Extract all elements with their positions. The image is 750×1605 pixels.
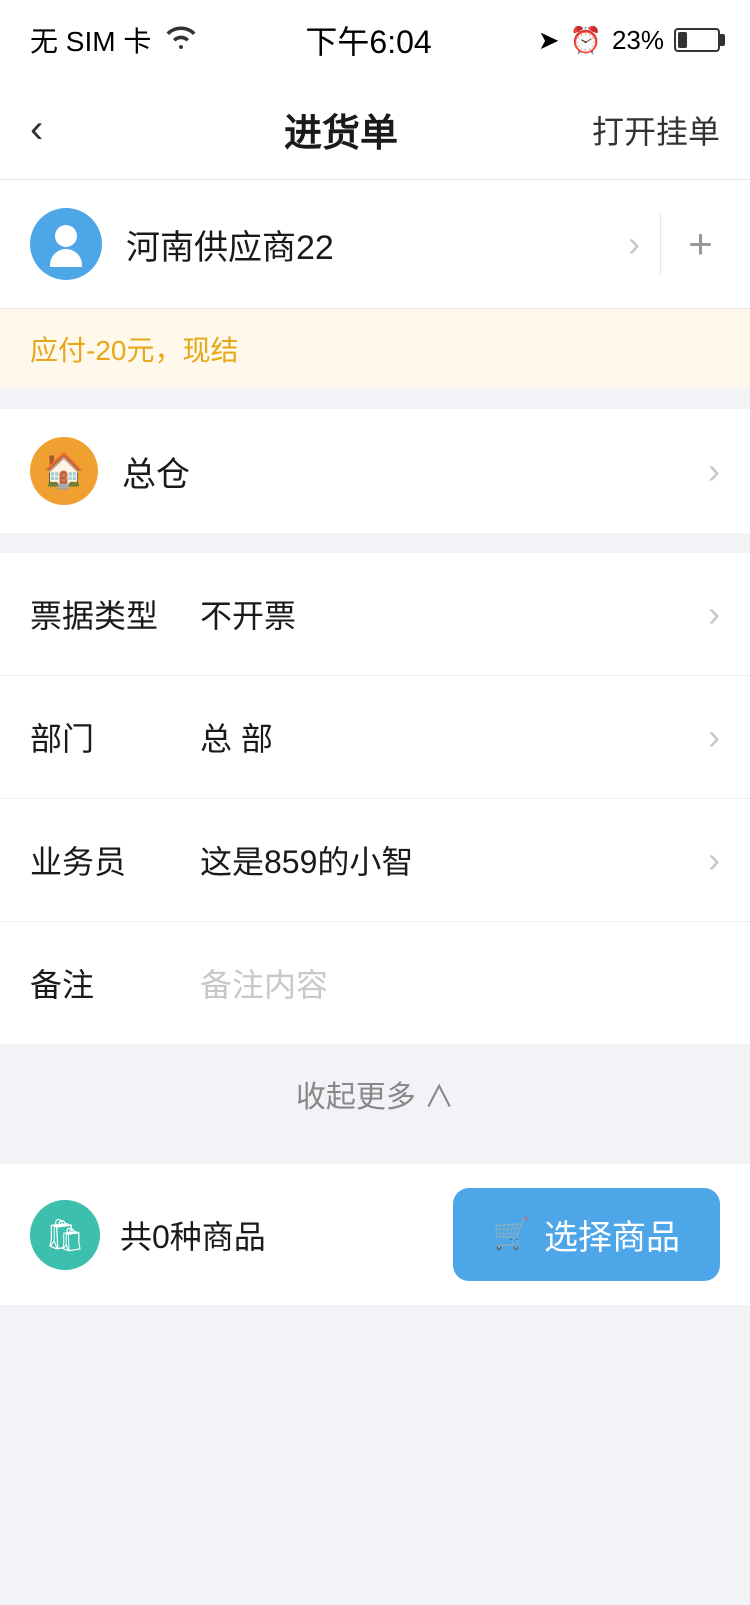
- select-btn-label: 选择商品: [544, 1210, 680, 1259]
- remark-label: 备注: [30, 960, 180, 1006]
- collapse-row[interactable]: 收起更多 ∧: [0, 1044, 750, 1144]
- nav-bar: ‹ 进货单 打开挂单: [0, 80, 750, 180]
- carrier-label: 无 SIM 卡: [30, 20, 151, 60]
- salesman-label: 业务员: [30, 837, 180, 883]
- location-icon: ➤: [538, 25, 560, 56]
- goods-count-label: 共0种商品: [120, 1212, 266, 1258]
- remark-input[interactable]: 备注内容: [180, 960, 720, 1006]
- salesman-row[interactable]: 业务员 这是859的小智 ›: [0, 799, 750, 922]
- time-label: 下午6:04: [305, 17, 431, 63]
- form-section: 票据类型 不开票 › 部门 总 部 › 业务员 这是859的小智 › 备注 备注…: [0, 553, 750, 1044]
- supplier-chevron-icon: ›: [628, 223, 640, 265]
- warehouse-row[interactable]: 🏠 总仓 ›: [0, 409, 750, 533]
- bottom-bar: 🛍 共0种商品 🛒 选择商品: [0, 1164, 750, 1305]
- page-rest: [0, 1305, 750, 1605]
- open-pending-button[interactable]: 打开挂单: [592, 107, 720, 153]
- supplier-row[interactable]: 河南供应商22 › +: [0, 180, 750, 309]
- battery-icon: [674, 28, 720, 52]
- bag-icon: 🛍: [45, 1216, 86, 1254]
- ticket-type-chevron-icon: ›: [708, 593, 720, 635]
- page-title: 进货单: [284, 102, 398, 157]
- collapse-label: 收起更多 ∧: [296, 1072, 454, 1116]
- battery-percent: 23%: [612, 25, 664, 56]
- status-bar: 无 SIM 卡 下午6:04 ➤ ⏰ 23%: [0, 0, 750, 80]
- warehouse-name: 总仓: [122, 447, 708, 496]
- status-right: ➤ ⏰ 23%: [538, 25, 720, 56]
- add-supplier-button[interactable]: +: [660, 214, 720, 274]
- status-left: 无 SIM 卡: [30, 20, 199, 60]
- salesman-chevron-icon: ›: [708, 839, 720, 881]
- alarm-icon: ⏰: [570, 25, 602, 56]
- house-icon: 🏠: [43, 451, 85, 491]
- department-label: 部门: [30, 714, 180, 760]
- avatar-person-icon: [47, 225, 85, 263]
- department-value: 总 部: [180, 714, 708, 760]
- ticket-type-value: 不开票: [180, 591, 708, 637]
- warehouse-chevron-icon: ›: [708, 450, 720, 492]
- ticket-type-label: 票据类型: [30, 591, 180, 637]
- supplier-name: 河南供应商22: [126, 220, 628, 269]
- goods-count-area: 🛍 共0种商品: [30, 1200, 266, 1270]
- plus-icon: +: [688, 223, 713, 265]
- notice-banner: 应付-20元，现结: [0, 309, 750, 389]
- goods-count-icon: 🛍: [30, 1200, 100, 1270]
- wifi-icon: [163, 23, 199, 58]
- department-chevron-icon: ›: [708, 716, 720, 758]
- supplier-card: 河南供应商22 › + 应付-20元，现结: [0, 180, 750, 389]
- department-row[interactable]: 部门 总 部 ›: [0, 676, 750, 799]
- ticket-type-row[interactable]: 票据类型 不开票 ›: [0, 553, 750, 676]
- salesman-value: 这是859的小智: [180, 837, 708, 883]
- select-btn-icon: 🛒: [493, 1217, 530, 1252]
- notice-text: 应付-20元，现结: [30, 335, 238, 366]
- supplier-avatar: [30, 208, 102, 280]
- back-button[interactable]: ‹: [30, 107, 90, 152]
- remark-row[interactable]: 备注 备注内容: [0, 922, 750, 1044]
- select-goods-button[interactable]: 🛒 选择商品: [453, 1188, 720, 1281]
- warehouse-icon: 🏠: [30, 437, 98, 505]
